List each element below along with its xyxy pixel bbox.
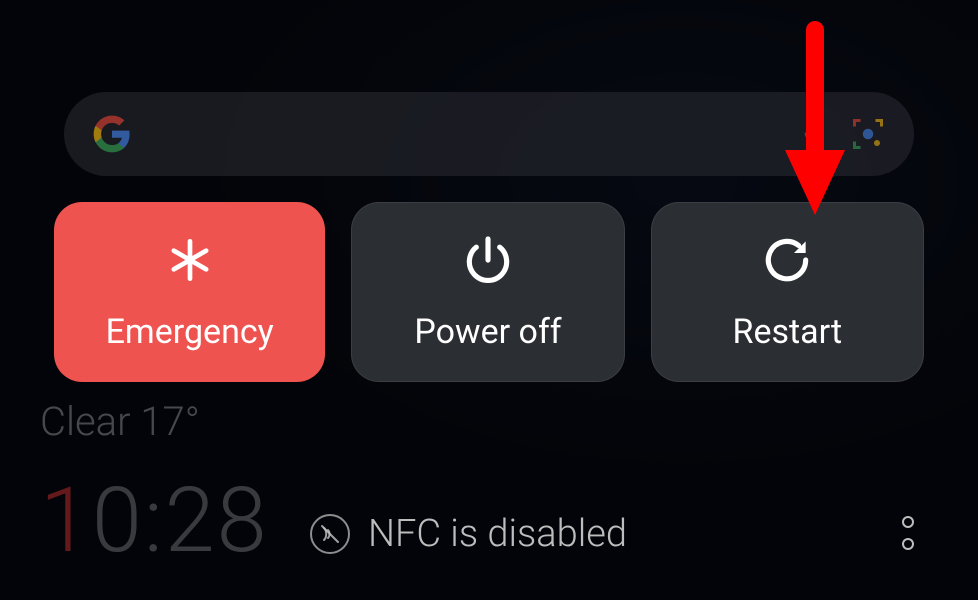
overflow-menu-button[interactable] — [888, 508, 928, 558]
nfc-status-chip[interactable]: NFC is disabled — [310, 512, 627, 556]
microphone-icon — [798, 118, 830, 150]
google-g-icon — [92, 114, 132, 154]
restart-label: Restart — [733, 312, 843, 352]
power-menu: Emergency Power off Restart — [54, 202, 924, 382]
weather-text: Clear 17° — [40, 398, 200, 445]
power-off-label: Power off — [414, 312, 561, 352]
restart-button[interactable]: Restart — [651, 202, 924, 382]
emergency-button[interactable]: Emergency — [54, 202, 325, 382]
power-icon — [460, 232, 516, 288]
nfc-disabled-icon — [310, 514, 350, 554]
nfc-label: NFC is disabled — [368, 512, 627, 556]
dot-icon — [902, 538, 914, 550]
emergency-label: Emergency — [106, 312, 274, 352]
emergency-icon — [162, 232, 218, 288]
clock-text: 10:28 — [40, 468, 269, 573]
restart-icon — [759, 232, 815, 288]
google-lens-icon — [850, 116, 886, 152]
google-search-bar — [64, 92, 914, 176]
dot-icon — [902, 516, 914, 528]
power-off-button[interactable]: Power off — [351, 202, 624, 382]
